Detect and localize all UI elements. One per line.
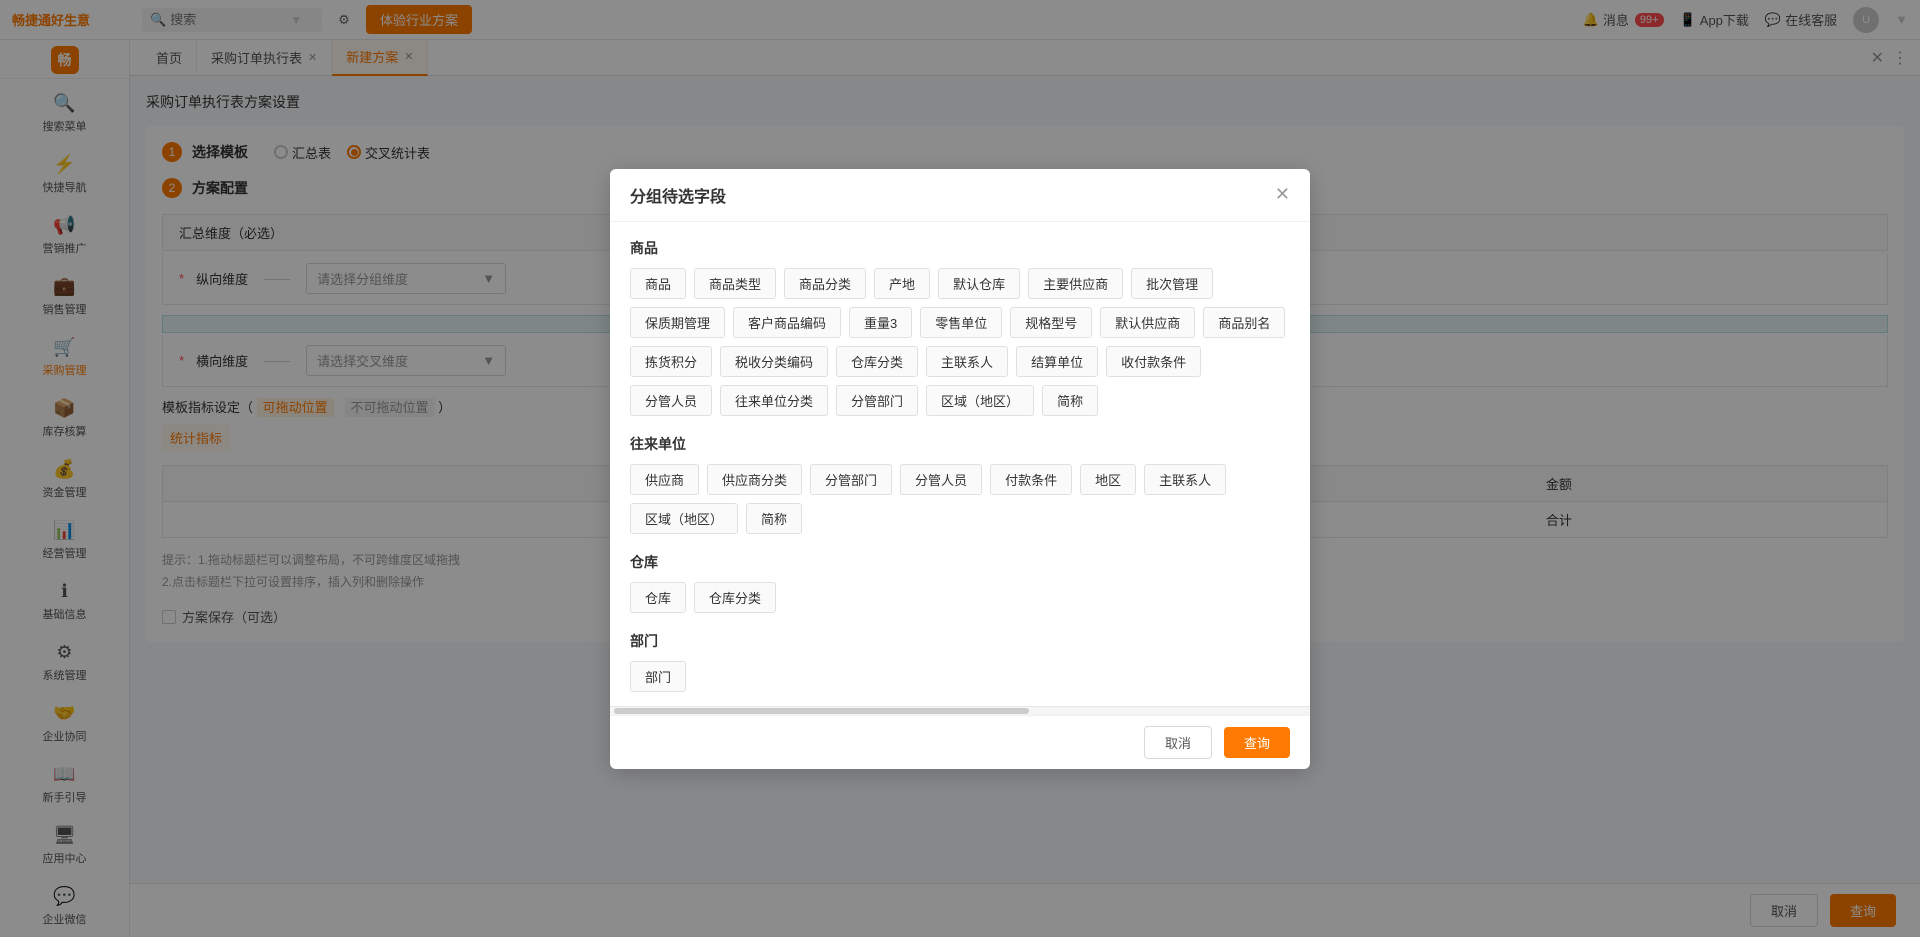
- modal-confirm-btn[interactable]: 查询: [1224, 727, 1290, 758]
- field-tag[interactable]: 区域（地区）: [926, 385, 1034, 416]
- field-tag[interactable]: 往来单位分类: [720, 385, 828, 416]
- field-tags: 供应商供应商分类分管部门分管人员付款条件地区主联系人区域（地区） 简称: [630, 464, 1290, 534]
- field-tag[interactable]: 简称: [1042, 385, 1098, 416]
- field-tag[interactable]: 规格型号: [1010, 307, 1092, 338]
- modal-footer: 取消 查询: [610, 715, 1310, 769]
- field-tag[interactable]: 重量3: [849, 307, 912, 338]
- field-tags: 部门: [630, 661, 1290, 692]
- field-tag[interactable]: 商品类型: [694, 268, 776, 299]
- field-tag[interactable]: 主要供应商: [1028, 268, 1123, 299]
- field-tag[interactable]: 商品分类: [784, 268, 866, 299]
- field-section-商品: 商品商品商品类型商品分类产地默认仓库主要供应商批次管理保质期管理客户商品编码重量…: [630, 238, 1290, 416]
- modal-title: 分组待选字段: [630, 183, 726, 207]
- field-tag[interactable]: 分管人员: [900, 464, 982, 495]
- field-tag[interactable]: 产地: [874, 268, 930, 299]
- field-tag[interactable]: 分管部门: [810, 464, 892, 495]
- field-tag[interactable]: 税收分类编码: [720, 346, 828, 377]
- field-tag[interactable]: 分管部门: [836, 385, 918, 416]
- modal-body: 商品商品商品类型商品分类产地默认仓库主要供应商批次管理保质期管理客户商品编码重量…: [610, 222, 1310, 706]
- section-title: 商品: [630, 238, 1290, 258]
- field-section-部门: 部门部门: [630, 631, 1290, 692]
- field-section-往来单位: 往来单位供应商供应商分类分管部门分管人员付款条件地区主联系人区域（地区） 简称: [630, 434, 1290, 534]
- field-tags: 仓库仓库分类: [630, 582, 1290, 613]
- field-tag[interactable]: 收付款条件: [1106, 346, 1201, 377]
- field-tags: 商品商品类型商品分类产地默认仓库主要供应商批次管理保质期管理客户商品编码重量3 零…: [630, 268, 1290, 416]
- field-tag[interactable]: 商品别名: [1203, 307, 1285, 338]
- field-tag[interactable]: 仓库分类: [836, 346, 918, 377]
- field-tag[interactable]: 拣货积分: [630, 346, 712, 377]
- modal-hscroll[interactable]: [610, 706, 1310, 715]
- field-tag[interactable]: 区域（地区）: [630, 503, 738, 534]
- field-section-仓库: 仓库仓库仓库分类: [630, 552, 1290, 613]
- section-title: 往来单位: [630, 434, 1290, 454]
- field-tag[interactable]: 默认供应商: [1100, 307, 1195, 338]
- field-tag[interactable]: 结算单位: [1016, 346, 1098, 377]
- section-title: 部门: [630, 631, 1290, 651]
- field-tag[interactable]: 部门: [630, 661, 686, 692]
- field-tag[interactable]: 分管人员: [630, 385, 712, 416]
- field-tag[interactable]: 客户商品编码: [733, 307, 841, 338]
- field-tag[interactable]: 默认仓库: [938, 268, 1020, 299]
- section-title: 仓库: [630, 552, 1290, 572]
- modal-dialog: 分组待选字段 ✕ 商品商品商品类型商品分类产地默认仓库主要供应商批次管理保质期管…: [610, 169, 1310, 769]
- field-tag[interactable]: 供应商分类: [707, 464, 802, 495]
- field-tag[interactable]: 批次管理: [1131, 268, 1213, 299]
- field-tag[interactable]: 简称: [746, 503, 802, 534]
- modal-header: 分组待选字段 ✕: [610, 169, 1310, 222]
- field-tag[interactable]: 仓库分类: [694, 582, 776, 613]
- modal-overlay[interactable]: 分组待选字段 ✕ 商品商品商品类型商品分类产地默认仓库主要供应商批次管理保质期管…: [0, 0, 1920, 937]
- field-tag[interactable]: 仓库: [630, 582, 686, 613]
- field-tag[interactable]: 商品: [630, 268, 686, 299]
- field-tag[interactable]: 供应商: [630, 464, 699, 495]
- modal-close-btn[interactable]: ✕: [1275, 184, 1290, 205]
- modal-cancel-btn[interactable]: 取消: [1144, 726, 1212, 759]
- field-tag[interactable]: 地区: [1080, 464, 1136, 495]
- field-tag[interactable]: 保质期管理: [630, 307, 725, 338]
- field-tag[interactable]: 主联系人: [1144, 464, 1226, 495]
- field-tag[interactable]: 付款条件: [990, 464, 1072, 495]
- field-tag[interactable]: 零售单位: [920, 307, 1002, 338]
- hscroll-thumb: [614, 708, 1029, 714]
- field-tag[interactable]: 主联系人: [926, 346, 1008, 377]
